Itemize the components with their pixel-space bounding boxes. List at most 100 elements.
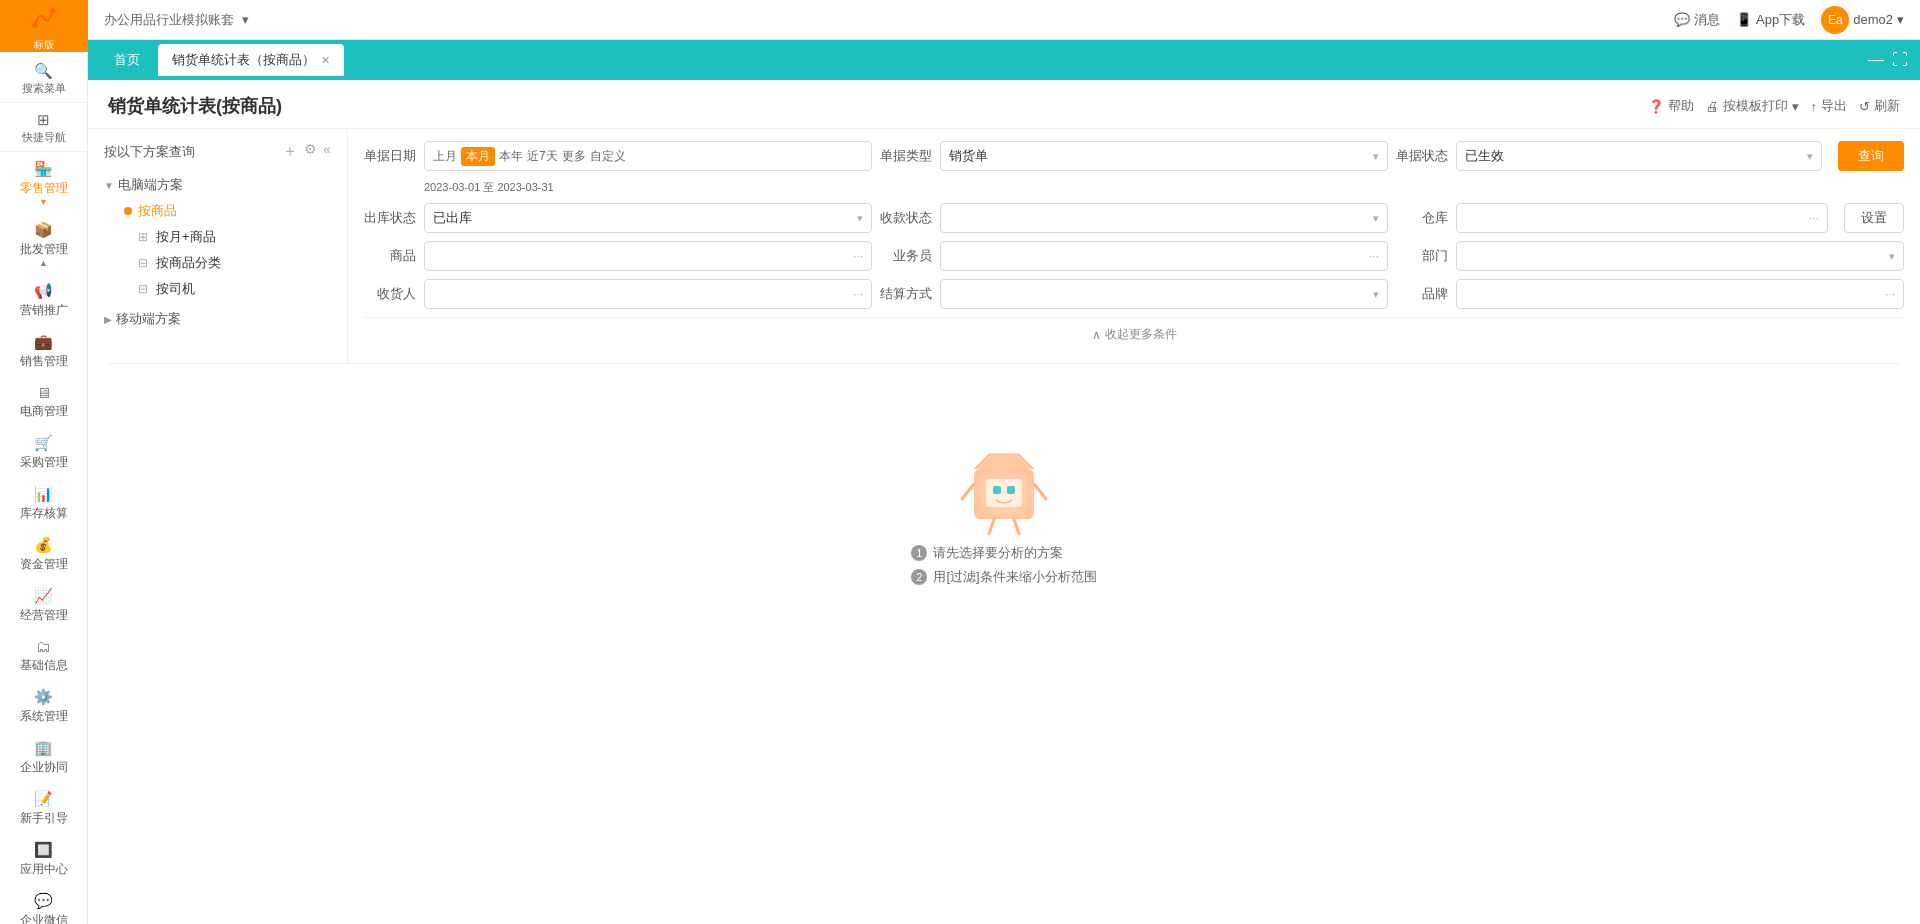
tab-close-icon[interactable]: ✕ [321, 54, 330, 67]
app-logo[interactable]: 标版 [0, 0, 88, 52]
print-button[interactable]: 🖨 按模板打印 ▾ [1706, 97, 1799, 115]
collapse-tree-icon[interactable]: « [323, 141, 331, 162]
sidebar-item-system[interactable]: ⚙️ 系统管理 [0, 680, 87, 731]
tree-item-by-driver-label: 按司机 [156, 280, 195, 298]
sidebar-item-basic[interactable]: 🗂 基础信息 [0, 630, 87, 680]
sidebar-ecommerce-label: 电商管理 [20, 403, 68, 420]
out-status-select[interactable]: 已出库 ▾ [424, 203, 872, 233]
filter-item-date: 单据日期 上月 本月 本年 近7天 更多 自定义 [364, 141, 872, 171]
help-button[interactable]: ❓ 帮助 [1648, 97, 1694, 115]
date-tab-7days[interactable]: 近7天 [527, 148, 558, 165]
pc-scheme-parent[interactable]: ▼ 电脑端方案 [104, 172, 331, 198]
brand-input[interactable]: ··· [1456, 279, 1904, 309]
product-input[interactable]: ··· [424, 241, 872, 271]
quick-nav-item[interactable]: ⊞ 快捷导航 [0, 103, 87, 152]
sidebar-item-enterprise[interactable]: 🏢 企业协同 [0, 731, 87, 782]
settlement-select[interactable]: ▾ [940, 279, 1388, 309]
receiver-more-icon[interactable]: ··· [853, 287, 863, 301]
doc-status-label: 单据状态 [1396, 147, 1448, 165]
salesperson-more-icon[interactable]: ··· [1369, 249, 1379, 263]
filter-item-salesperson: 业务员 ··· [880, 241, 1388, 271]
filter-item-brand: 品牌 ··· [1396, 279, 1904, 309]
sidebar-item-purchase[interactable]: 🛒 采购管理 [0, 426, 87, 477]
user-profile[interactable]: Ea demo2 ▾ [1821, 6, 1904, 34]
main-area: 办公用品行业模拟账套 ▾ 💬 消息 📱 App下载 Ea demo2 ▾ 首页 … [88, 0, 1920, 924]
salesperson-input[interactable]: ··· [940, 241, 1388, 271]
date-tab-this-month[interactable]: 本月 [461, 147, 495, 166]
tree-item-by-product-category-label: 按商品分类 [156, 254, 221, 272]
date-tab-custom[interactable]: 自定义 [590, 148, 626, 165]
sidebar-item-wholesale[interactable]: 📦 批发管理 ▲ [0, 213, 87, 274]
filter-area: 按以下方案查询 ＋ ⚙ « ▼ 电脑端方案 按商品 [88, 129, 1920, 363]
tree-item-by-product[interactable]: 按商品 [124, 198, 331, 224]
tab-sales-stat[interactable]: 销货单统计表（按商品） ✕ [158, 44, 344, 76]
sidebar-item-inventory[interactable]: 📊 库存核算 [0, 477, 87, 528]
tree-item-by-product-category[interactable]: ⊟ 按商品分类 [124, 250, 331, 276]
filter-tree-actions: ＋ ⚙ « [282, 141, 331, 162]
sidebar-sales-label: 销售管理 [20, 353, 68, 370]
query-button[interactable]: 查询 [1838, 141, 1904, 171]
app-download-button[interactable]: 📱 App下载 [1736, 11, 1805, 29]
user-name: demo2 [1853, 12, 1893, 27]
pc-scheme-label: 电脑端方案 [118, 176, 183, 194]
sidebar-item-operations[interactable]: 📈 经营管理 [0, 579, 87, 630]
filter-row-3: 商品 ··· 业务员 ··· 部门 [364, 241, 1904, 271]
date-tab-this-year[interactable]: 本年 [499, 148, 523, 165]
receiver-input[interactable]: ··· [424, 279, 872, 309]
topbar-title: 办公用品行业模拟账套 [104, 11, 234, 29]
tip-num-1: 1 [911, 545, 927, 561]
warehouse-input[interactable]: ··· [1456, 203, 1828, 233]
doc-type-select[interactable]: 销货单 ▾ [940, 141, 1388, 171]
tree-item-by-driver[interactable]: ⊟ 按司机 [124, 276, 331, 302]
sidebar-item-wechat[interactable]: 💬 企业微信 [0, 884, 87, 924]
tip-1-text: 请先选择要分析的方案 [933, 544, 1063, 562]
search-menu-label: 搜索菜单 [22, 82, 66, 94]
product-label: 商品 [364, 247, 416, 265]
date-tab-more[interactable]: 更多 [562, 148, 586, 165]
tab-home[interactable]: 首页 [100, 44, 154, 76]
product-more-icon[interactable]: ··· [853, 249, 863, 263]
sidebar-item-retail[interactable]: 🏪 零售管理 ▼ [0, 152, 87, 213]
topbar-left: 办公用品行业模拟账套 ▾ [104, 11, 249, 29]
empty-tip-1: 1 请先选择要分析的方案 [911, 544, 1096, 562]
department-select[interactable]: ▾ [1456, 241, 1904, 271]
mobile-scheme-parent[interactable]: ▶ 移动端方案 [104, 306, 331, 332]
payment-status-select[interactable]: ▾ [940, 203, 1388, 233]
page-header: 销货单统计表(按商品) ❓ 帮助 🖨 按模板打印 ▾ ↑ 导出 ↺ 刷新 [88, 80, 1920, 129]
pc-arrow-icon: ▼ [104, 180, 114, 191]
messages-button[interactable]: 💬 消息 [1674, 11, 1720, 29]
sidebar-retail-label: 零售管理 [20, 180, 68, 197]
date-tab-last-month[interactable]: 上月 [433, 148, 457, 165]
sidebar-item-finance[interactable]: 💰 资金管理 [0, 528, 87, 579]
sidebar-item-ecommerce[interactable]: 🖥 电商管理 [0, 376, 87, 426]
svg-line-10 [1014, 519, 1019, 534]
settings-scheme-icon[interactable]: ⚙ [304, 141, 317, 162]
export-icon: ↑ [1811, 99, 1818, 114]
print-dropdown-icon: ▾ [1792, 99, 1799, 114]
add-scheme-icon[interactable]: ＋ [282, 141, 298, 162]
settings-button[interactable]: 设置 [1844, 203, 1904, 233]
tree-item-by-product-label: 按商品 [138, 202, 177, 220]
sidebar-item-marketing[interactable]: 📢 营销推广 [0, 274, 87, 325]
help-label: 帮助 [1668, 97, 1694, 115]
doc-status-select[interactable]: 已生效 ▾ [1456, 141, 1822, 171]
out-status-arrow-icon: ▾ [857, 212, 863, 225]
topbar-dropdown-icon[interactable]: ▾ [242, 12, 249, 27]
empty-illustration [944, 424, 1064, 544]
date-picker[interactable]: 上月 本月 本年 近7天 更多 自定义 [424, 141, 872, 171]
sidebar: 标版 🔍 搜索菜单 ⊞ 快捷导航 🏪 零售管理 ▼ 📦 批发管理 ▲ 📢 营销推… [0, 0, 88, 924]
warehouse-more-icon[interactable]: ··· [1809, 211, 1819, 225]
export-button[interactable]: ↑ 导出 [1811, 97, 1848, 115]
sidebar-item-sales[interactable]: 💼 销售管理 [0, 325, 87, 376]
search-menu-item[interactable]: 🔍 搜索菜单 [0, 52, 87, 103]
tab-expand-icon[interactable]: ⛶ [1892, 51, 1908, 69]
filter-inputs-panel: 单据日期 上月 本月 本年 近7天 更多 自定义 单据类型 [348, 129, 1920, 363]
tree-item-by-month-product[interactable]: ⊞ 按月+商品 [124, 224, 331, 250]
sidebar-item-appstore[interactable]: 🔲 应用中心 [0, 833, 87, 884]
brand-more-icon[interactable]: ··· [1885, 287, 1895, 301]
sidebar-marketing-label: 营销推广 [20, 302, 68, 319]
tab-minimize-icon[interactable]: — [1868, 51, 1884, 69]
sidebar-item-guide[interactable]: 📝 新手引导 [0, 782, 87, 833]
collapse-button[interactable]: ∧ 收起更多条件 [364, 317, 1904, 351]
refresh-button[interactable]: ↺ 刷新 [1859, 97, 1900, 115]
